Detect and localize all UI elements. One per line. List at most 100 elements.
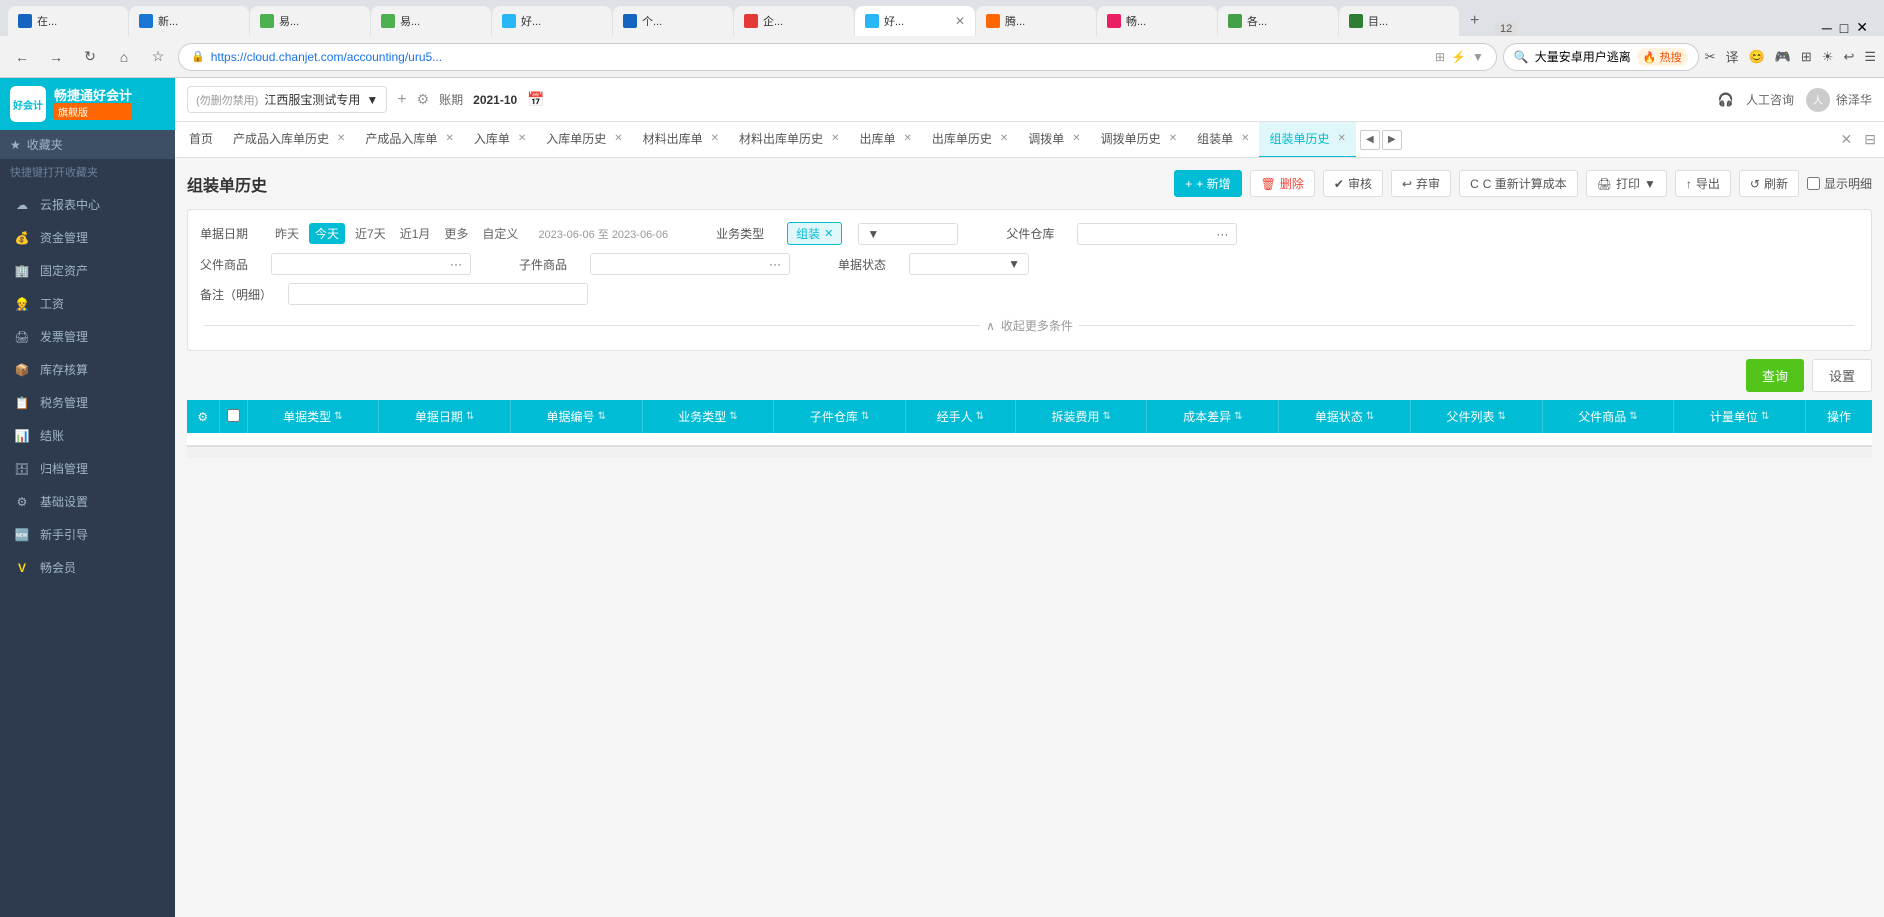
parent-goods-dropdown[interactable]: ··· <box>271 253 471 275</box>
custom-btn[interactable]: 自定义 <box>478 223 522 244</box>
sub-nav-prev[interactable]: ◀ <box>1360 130 1380 150</box>
business-type-close[interactable]: ✕ <box>824 227 833 240</box>
more-icon[interactable]: ··· <box>769 257 781 271</box>
scissors-icon[interactable]: ✂ <box>1705 49 1716 65</box>
browser-tab-1[interactable]: 在... <box>8 6 128 36</box>
tab-close-icon[interactable]: ✕ <box>337 133 345 144</box>
chevron-down-icon[interactable]: ▼ <box>1472 50 1484 64</box>
sidebar-item-tax[interactable]: 📋 税务管理 <box>0 386 175 419</box>
tab-close-icon[interactable]: ✕ <box>1072 133 1080 144</box>
sort-icon[interactable]: ⇅ <box>598 411 606 422</box>
forward-button[interactable]: → <box>42 43 70 71</box>
sub-tab-out-order[interactable]: 出库单 ✕ <box>849 122 921 158</box>
sub-tab-in-history[interactable]: 入库单历史 ✕ <box>536 122 632 158</box>
today-btn[interactable]: 今天 <box>309 223 345 244</box>
close-icon[interactable]: ✕ <box>1856 19 1868 36</box>
order-status-dropdown[interactable]: ▼ <box>909 253 1029 275</box>
sort-icon[interactable]: ⇅ <box>1498 411 1506 422</box>
bookmark-button[interactable]: ☆ <box>144 43 172 71</box>
child-goods-dropdown[interactable]: ··· <box>590 253 790 275</box>
show-detail-checkbox[interactable] <box>1807 177 1820 190</box>
more-tabs-control[interactable]: ⊟ <box>1860 129 1880 150</box>
sort-icon[interactable]: ⇅ <box>1629 411 1637 422</box>
browser-tab-8[interactable]: 好... ✕ <box>855 6 975 36</box>
game-icon[interactable]: 🎮 <box>1775 49 1791 65</box>
browser-tab-11[interactable]: 各... <box>1218 6 1338 36</box>
sort-icon[interactable]: ⇅ <box>1234 411 1242 422</box>
emoji-icon[interactable]: 😊 <box>1749 49 1765 65</box>
print-button[interactable]: 🖨 打印 ▼ <box>1586 170 1667 197</box>
sort-icon[interactable]: ⇅ <box>466 411 474 422</box>
show-detail-toggle[interactable]: 显示明细 <box>1807 175 1872 192</box>
tab-close-icon[interactable]: ✕ <box>445 133 453 144</box>
company-selector[interactable]: (勿删勿禁用) 江西服宝测试专用 ▼ <box>187 86 387 113</box>
browser-tab-4[interactable]: 易... <box>371 6 491 36</box>
tab-close-icon[interactable]: ✕ <box>831 133 839 144</box>
sort-icon[interactable]: ⇅ <box>976 411 984 422</box>
audit-button[interactable]: ✔ 审核 <box>1323 170 1383 197</box>
sidebar-favorites[interactable]: ★ 收藏夹 <box>0 130 175 160</box>
sub-tab-in-order[interactable]: 入库单 ✕ <box>464 122 536 158</box>
th-checkbox[interactable] <box>219 400 247 433</box>
sidebar-item-basic-settings[interactable]: ⚙ 基础设置 <box>0 485 175 518</box>
translate-icon[interactable]: 译 <box>1725 47 1738 66</box>
tab-close-icon[interactable]: ✕ <box>1000 133 1008 144</box>
sub-tab-home[interactable]: 首页 <box>179 122 223 158</box>
sidebar-item-inventory[interactable]: 📦 库存核算 <box>0 353 175 386</box>
home-button[interactable]: ⌂ <box>110 43 138 71</box>
parent-warehouse-dropdown[interactable]: ··· <box>1077 223 1237 245</box>
sort-icon[interactable]: ⇅ <box>1366 411 1374 422</box>
tab-close-icon[interactable]: ✕ <box>1241 133 1249 144</box>
sidebar-item-vip[interactable]: V 畅会员 <box>0 551 175 584</box>
collapse-bar[interactable]: ∧ 收起更多条件 <box>200 313 1859 338</box>
browser-tab-2[interactable]: 新... <box>129 6 249 36</box>
sidebar-item-cloud-report[interactable]: ☁ 云报表中心 <box>0 188 175 221</box>
business-type-dropdown[interactable]: ▼ <box>858 223 958 245</box>
tab-close-icon[interactable]: ✕ <box>518 133 526 144</box>
add-company-icon[interactable]: + <box>397 91 406 109</box>
undo-icon[interactable]: ↩ <box>1843 49 1854 65</box>
search-box[interactable]: 🔍 大量安卓用户逃离 🔥 热搜 <box>1503 43 1699 71</box>
menu-icon[interactable]: ☰ <box>1864 49 1876 65</box>
last1m-btn[interactable]: 近1月 <box>396 223 435 244</box>
apps-icon[interactable]: ⊞ <box>1801 49 1812 65</box>
sidebar-item-archive[interactable]: 🗄 归档管理 <box>0 452 175 485</box>
service-label[interactable]: 人工咨询 <box>1746 91 1794 108</box>
recalculate-button[interactable]: C C 重新计算成本 <box>1459 170 1578 197</box>
tab-close-icon[interactable]: ✕ <box>903 133 911 144</box>
delete-button[interactable]: 🗑 删除 <box>1250 170 1315 197</box>
tab-close-icon[interactable]: ✕ <box>1169 133 1177 144</box>
browser-tab-5[interactable]: 好... <box>492 6 612 36</box>
sidebar-item-invoice[interactable]: 🖨 发票管理 <box>0 320 175 353</box>
minimize-icon[interactable]: ─ <box>1822 20 1832 36</box>
add-button[interactable]: + + 新增 <box>1174 170 1241 197</box>
scrollbar-area[interactable] <box>187 446 1872 458</box>
calendar-icon[interactable]: 📅 <box>527 91 544 108</box>
th-settings[interactable]: ⚙ <box>187 400 219 433</box>
sidebar-item-fund[interactable]: 💰 资金管理 <box>0 221 175 254</box>
sub-tab-assemble[interactable]: 组装单 ✕ <box>1187 122 1259 158</box>
more-icon[interactable]: ··· <box>1216 227 1228 241</box>
settings-gear-icon[interactable]: ⚙ <box>417 91 430 108</box>
tab-close-icon[interactable]: ✕ <box>955 14 965 28</box>
sort-icon[interactable]: ⇅ <box>861 411 869 422</box>
tab-close-icon[interactable]: ✕ <box>1338 133 1346 144</box>
notes-input[interactable] <box>288 283 588 305</box>
sidebar-item-payroll[interactable]: 👷 工资 <box>0 287 175 320</box>
sort-icon[interactable]: ⇅ <box>729 411 737 422</box>
maximize-icon[interactable]: □ <box>1840 20 1848 36</box>
sub-tab-assemble-history[interactable]: 组装单历史 ✕ <box>1259 122 1355 158</box>
tab-close-icon[interactable]: ✕ <box>711 133 719 144</box>
browser-tab-6[interactable]: 个... <box>613 6 733 36</box>
more-icon[interactable]: ··· <box>450 257 462 271</box>
sort-icon[interactable]: ⇅ <box>1761 411 1769 422</box>
refresh-page-button[interactable]: ↺ 刷新 <box>1739 170 1799 197</box>
sub-tab-material-out-history[interactable]: 材料出库单历史 ✕ <box>729 122 849 158</box>
new-tab-button[interactable]: + <box>1460 6 1490 36</box>
sort-icon[interactable]: ⇅ <box>1102 411 1110 422</box>
browser-tab-12[interactable]: 目... <box>1339 6 1459 36</box>
sub-tab-material-out[interactable]: 材料出库单 ✕ <box>633 122 729 158</box>
refresh-button[interactable]: ↻ <box>76 43 104 71</box>
browser-tab-3[interactable]: 易... <box>250 6 370 36</box>
sort-icon[interactable]: ⇅ <box>334 411 342 422</box>
